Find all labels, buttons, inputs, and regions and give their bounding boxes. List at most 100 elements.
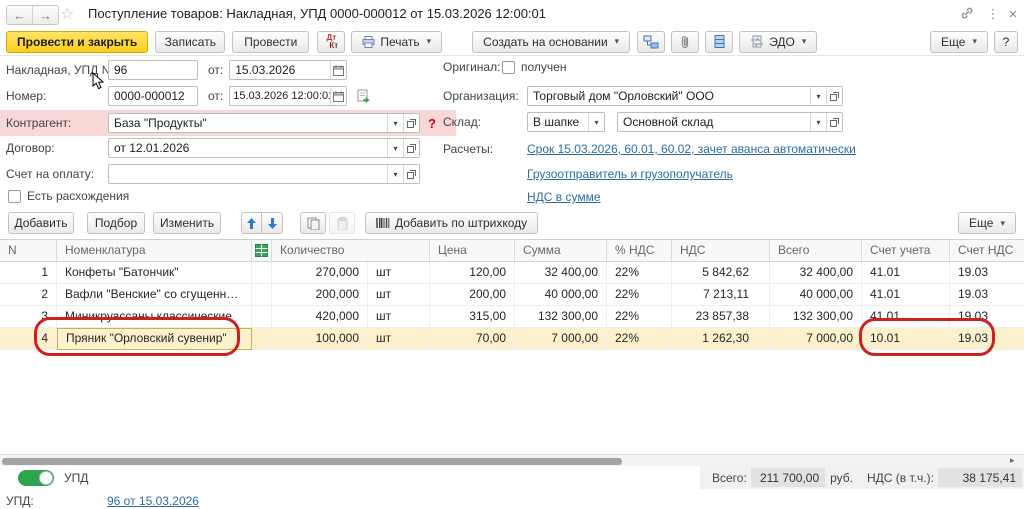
add-row-button[interactable]: Добавить: [8, 212, 74, 234]
counterparty-input[interactable]: База "Продукты" ▾: [108, 113, 420, 133]
favorite-star-icon[interactable]: ☆: [60, 4, 74, 24]
calendar-icon[interactable]: [330, 61, 347, 79]
main-toolbar: Провести и закрыть Записать Провести Дт К…: [0, 28, 1024, 56]
table-toolbar: Добавить Подбор Изменить Добавить по штр…: [0, 208, 1024, 238]
table-row[interactable]: 2 Вафли "Венские" со сгущенн… 200,000 шт…: [0, 284, 1024, 306]
related-documents-button[interactable]: [637, 30, 666, 53]
active-cell-editor[interactable]: Пряник "Орловский сувенир": [57, 328, 252, 350]
scrollbar-right-arrow-icon[interactable]: ▸: [1010, 455, 1015, 466]
contract-label: Договор:: [6, 141, 55, 155]
chevron-down-icon[interactable]: ▾: [810, 87, 826, 105]
col-header-vat: НДС: [672, 240, 770, 262]
paperclip-icon: [679, 35, 691, 49]
payment-invoice-input[interactable]: ▾: [108, 164, 420, 184]
close-icon[interactable]: ×: [1005, 6, 1021, 23]
edo-button[interactable]: ЭДО: [739, 30, 818, 53]
consignor-link[interactable]: Грузоотправитель и грузополучатель: [527, 167, 733, 181]
move-down-button[interactable]: [262, 212, 283, 234]
open-icon[interactable]: [403, 114, 419, 132]
invoice-date-label: от:: [208, 63, 224, 77]
post-and-close-button[interactable]: Провести и закрыть: [6, 30, 149, 53]
title-bar: ← → ☆ Поступление товаров: Накладная, УП…: [0, 0, 1024, 29]
copy-icon: [307, 217, 320, 230]
chevron-down-icon[interactable]: ▾: [387, 165, 403, 183]
invoice-number-row: Накладная, УПД №: 96 от: 15.03.2026: [6, 60, 348, 80]
col-header-vat-rate: % НДС: [607, 240, 672, 262]
save-button[interactable]: Записать: [155, 30, 226, 53]
edit-button[interactable]: Изменить: [153, 212, 221, 234]
chevron-down-icon[interactable]: ▾: [588, 113, 604, 131]
attachments-button[interactable]: [671, 30, 700, 53]
calendar-icon[interactable]: [330, 87, 347, 105]
original-checkbox[interactable]: [502, 60, 515, 74]
print-button[interactable]: Печать: [351, 30, 443, 53]
table-row[interactable]: 1 Конфеты "Батончик" 270,000 шт 120,00 3…: [0, 262, 1024, 284]
col-header-icon: [252, 240, 272, 262]
set-date-icon[interactable]: [357, 89, 372, 104]
upd-toggle[interactable]: [18, 470, 54, 486]
vat-in-sum-link[interactable]: НДС в сумме: [527, 190, 601, 204]
chevron-down-icon[interactable]: ▾: [387, 139, 403, 157]
organization-label: Организация:: [443, 89, 519, 103]
more-button[interactable]: Еще: [930, 30, 988, 53]
open-icon[interactable]: [826, 113, 842, 131]
forward-icon[interactable]: →: [32, 6, 58, 24]
open-icon[interactable]: [826, 87, 842, 105]
col-header-price: Цена: [430, 240, 515, 262]
table-row-selected[interactable]: 4 Пряник "Орловский сувенир" 100,000 шт …: [0, 328, 1024, 350]
settlements-link[interactable]: Срок 15.03.2026, 60.01, 60.02, зачет ава…: [527, 142, 856, 156]
document-date-label: от:: [208, 89, 224, 103]
paste-rows-button[interactable]: [329, 212, 355, 234]
document-structure-icon: [643, 35, 659, 49]
toggle-knob: [39, 471, 53, 485]
col-header-quantity: Количество: [272, 240, 430, 262]
edo-exchange-icon: [750, 35, 764, 48]
col-header-total: Всего: [770, 240, 862, 262]
add-by-barcode-button[interactable]: Добавить по штрихкоду: [365, 212, 539, 234]
table-header: N Номенклатура Количество Цена Сумма % Н…: [0, 240, 1024, 262]
open-icon[interactable]: [403, 165, 419, 183]
document-number-label: Номер:: [6, 89, 47, 103]
document-number-row: Номер: 0000-000012 от: 15.03.2026 12:00:…: [6, 86, 372, 106]
totals-value: 211 700,00: [750, 468, 826, 487]
warehouse-mode-select[interactable]: В шапке ▾: [527, 112, 605, 132]
pick-button[interactable]: Подбор: [87, 212, 145, 234]
invoice-date-input[interactable]: 15.03.2026: [229, 60, 348, 80]
table-more-button[interactable]: Еще: [958, 212, 1016, 234]
chevron-down-icon[interactable]: ▾: [810, 113, 826, 131]
window-menu-icon[interactable]: ⋮: [985, 6, 1001, 22]
back-icon[interactable]: ←: [7, 6, 32, 24]
table-row[interactable]: 3 Миникруассаны классические 420,000 шт …: [0, 306, 1024, 328]
dtkt-postings-button[interactable]: Дт Кт: [317, 30, 346, 53]
contract-row: Договор: от 12.01.2026 ▾: [6, 138, 420, 158]
copy-rows-button[interactable]: [300, 212, 326, 234]
chevron-down-icon[interactable]: ▾: [387, 114, 403, 132]
arrow-up-icon: [247, 217, 256, 229]
totals-currency: руб.: [830, 470, 854, 485]
document-number-input[interactable]: 0000-000012: [108, 86, 198, 106]
post-button[interactable]: Провести: [232, 30, 310, 53]
upd-document-link[interactable]: 96 от 15.03.2026: [107, 494, 199, 508]
move-up-button[interactable]: [241, 212, 262, 234]
get-link-icon[interactable]: [960, 6, 976, 20]
settlements-row: Расчеты: Срок 15.03.2026, 60.01, 60.02, …: [443, 142, 856, 156]
items-table: N Номенклатура Количество Цена Сумма % Н…: [0, 239, 1024, 350]
totals-bar: Всего: 211 700,00 руб. НДС (в т.ч.): 38 …: [700, 466, 1024, 489]
document-date-input[interactable]: 15.03.2026 12:00:01: [229, 86, 348, 106]
contract-input[interactable]: от 12.01.2026 ▾: [108, 138, 420, 158]
original-label: Оригинал:: [443, 60, 501, 74]
registers-button[interactable]: [705, 30, 734, 53]
counterparty-help-icon[interactable]: ?: [428, 116, 436, 131]
open-icon[interactable]: [403, 139, 419, 157]
upd-toggle-label: УПД: [64, 471, 89, 485]
invoice-number-input[interactable]: 96: [108, 60, 198, 80]
payment-invoice-row: Счет на оплату: ▾: [6, 164, 420, 184]
organization-input[interactable]: Торговый дом "Орловский" ООО ▾: [527, 86, 843, 106]
warehouse-input[interactable]: Основной склад ▾: [617, 112, 843, 132]
discrepancies-checkbox[interactable]: [8, 189, 21, 203]
dtkt-icon: Дт Кт: [326, 32, 339, 50]
help-button[interactable]: ?: [994, 30, 1018, 53]
original-row: Оригинал: получен: [443, 60, 566, 74]
scrollbar-thumb[interactable]: [2, 458, 622, 465]
create-based-on-button[interactable]: Создать на основании: [472, 30, 631, 53]
